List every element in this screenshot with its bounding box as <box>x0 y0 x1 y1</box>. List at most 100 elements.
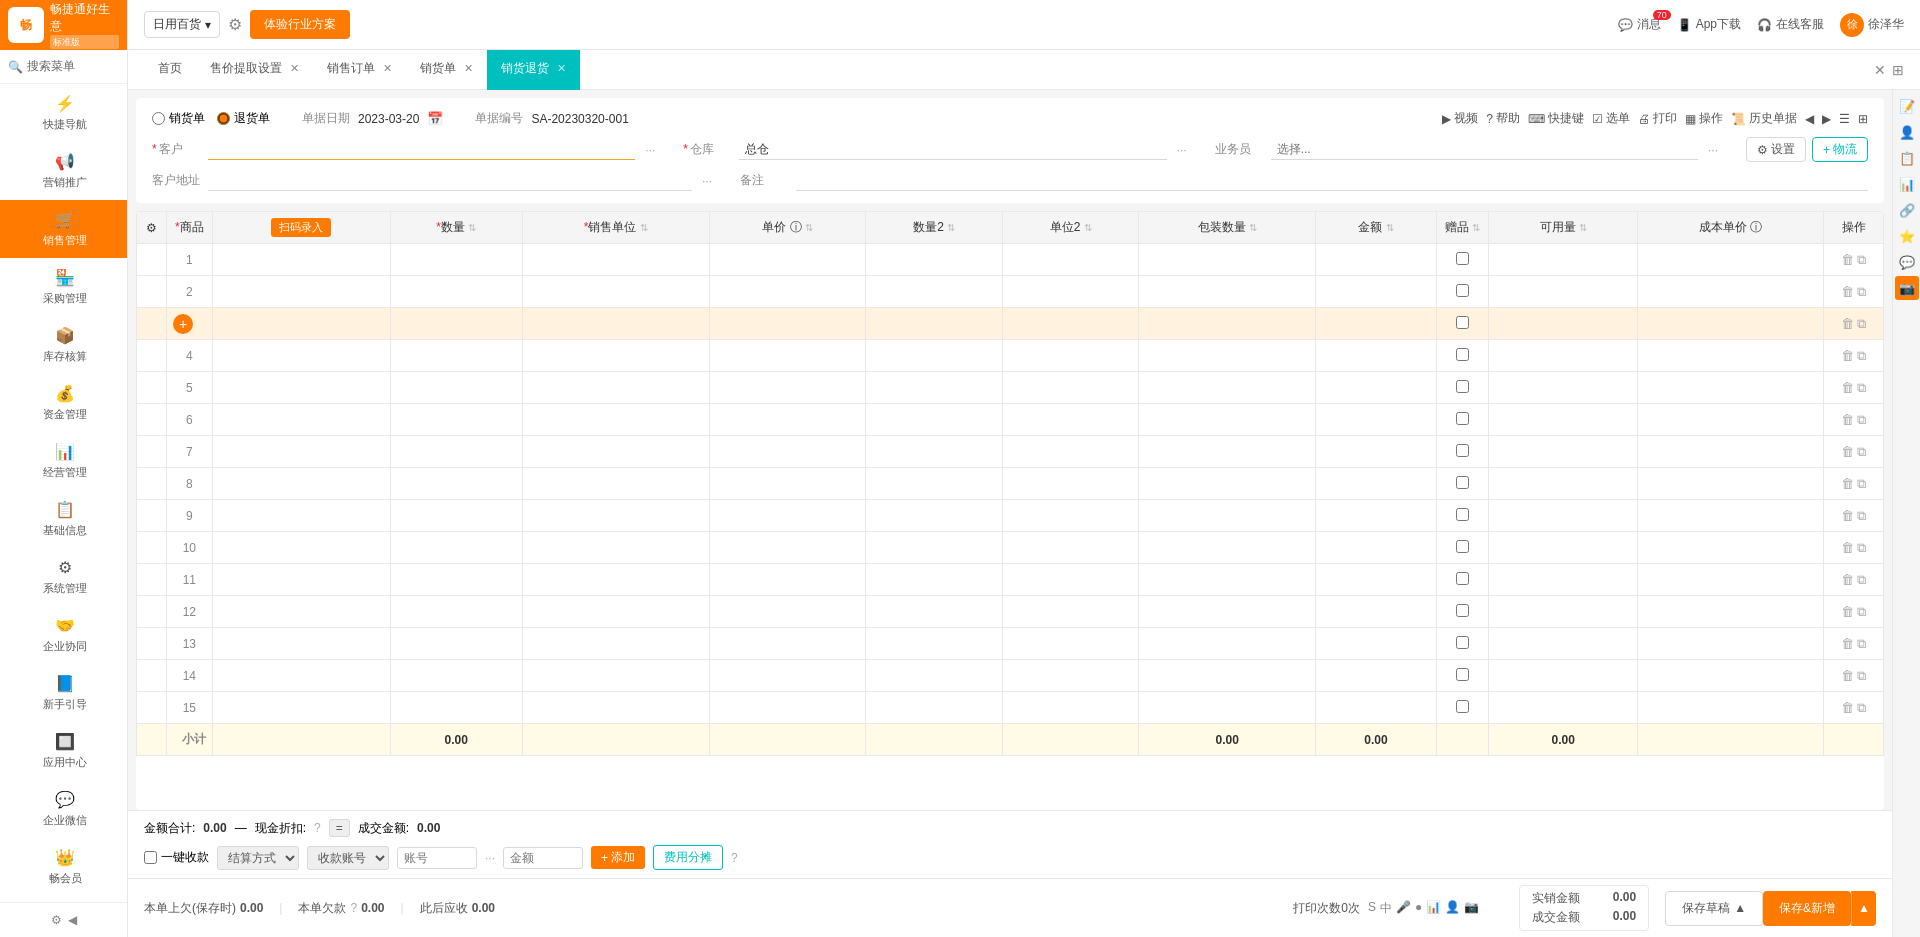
row-qty2-cell[interactable] <box>866 628 1003 660</box>
col-scan[interactable]: 扫码录入 <box>212 212 390 244</box>
order-debt-help-icon[interactable]: ? <box>350 901 357 915</box>
address-input[interactable] <box>208 170 692 191</box>
row-quantity-cell[interactable] <box>390 596 522 628</box>
row-quantity-cell[interactable] <box>390 372 522 404</box>
row-pack-qty-cell[interactable] <box>1139 500 1316 532</box>
row-unit-price-cell[interactable] <box>709 564 866 596</box>
settlement-select[interactable]: 结算方式 <box>217 846 299 870</box>
row-pack-qty-cell[interactable] <box>1139 244 1316 276</box>
row-unit2-cell[interactable] <box>1002 596 1139 628</box>
row-unit2-cell[interactable] <box>1002 564 1139 596</box>
toolbar-icon6[interactable]: 👤 <box>1445 900 1460 917</box>
history-btn[interactable]: 📜 历史单据 <box>1731 110 1797 127</box>
row-gift-cell[interactable] <box>1436 308 1488 340</box>
row-delete-btn[interactable]: 🗑 <box>1841 668 1854 683</box>
row-qty2-cell[interactable] <box>866 404 1003 436</box>
row-quantity-cell[interactable] <box>390 436 522 468</box>
row-amount-cell[interactable] <box>1315 340 1436 372</box>
row-gift-cell[interactable] <box>1436 628 1488 660</box>
row-amount-cell[interactable] <box>1315 660 1436 692</box>
row-available-cell[interactable] <box>1489 340 1638 372</box>
row-copy-btn[interactable]: ⧉ <box>1857 316 1866 332</box>
save-new-dropdown-btn[interactable]: ▲ <box>1851 891 1876 926</box>
row-unit-price-cell[interactable] <box>709 500 866 532</box>
tab-close-icon[interactable]: ✕ <box>464 62 473 75</box>
row-product-cell[interactable] <box>212 468 390 500</box>
row-qty2-cell[interactable] <box>866 660 1003 692</box>
gift-checkbox[interactable] <box>1456 412 1469 425</box>
panel-icon-1[interactable]: 📝 <box>1895 94 1919 118</box>
row-copy-btn[interactable]: ⧉ <box>1857 700 1866 716</box>
row-sales-unit-cell[interactable] <box>522 660 709 692</box>
settings-gear-icon[interactable]: ⚙ <box>228 15 242 34</box>
row-unit2-cell[interactable] <box>1002 660 1139 692</box>
equal-btn[interactable]: = <box>329 819 350 837</box>
row-quantity-cell[interactable] <box>390 532 522 564</box>
row-pack-qty-cell[interactable] <box>1139 276 1316 308</box>
row-product-cell[interactable] <box>212 660 390 692</box>
row-qty2-cell[interactable] <box>866 532 1003 564</box>
customer-more-btn[interactable]: ··· <box>641 143 659 157</box>
amount-input[interactable] <box>503 847 583 869</box>
cash-discount-help-icon[interactable]: ? <box>314 821 321 835</box>
sidebar-item-member[interactable]: 👑 畅会员 <box>0 838 127 896</box>
row-product-cell[interactable] <box>212 596 390 628</box>
warehouse-more-btn[interactable]: ··· <box>1173 143 1191 157</box>
tab-sales-return[interactable]: 销货退货 ✕ <box>487 50 580 90</box>
gift-checkbox[interactable] <box>1456 604 1469 617</box>
row-unit2-cell[interactable] <box>1002 500 1139 532</box>
row-gift-cell[interactable] <box>1436 692 1488 724</box>
tab-close-icon[interactable]: ✕ <box>383 62 392 75</box>
prev-record-btn[interactable]: ◀ <box>1805 112 1814 126</box>
remarks-input[interactable] <box>796 170 1868 191</box>
row-amount-cell[interactable] <box>1315 468 1436 500</box>
row-delete-btn[interactable]: 🗑 <box>1841 316 1854 331</box>
row-available-cell[interactable] <box>1489 244 1638 276</box>
col-gear[interactable]: ⚙ <box>137 212 167 244</box>
row-copy-btn[interactable]: ⧉ <box>1857 348 1866 364</box>
logistics-btn[interactable]: + 物流 <box>1812 137 1868 162</box>
row-delete-btn[interactable]: 🗑 <box>1841 636 1854 651</box>
row-pack-qty-cell[interactable] <box>1139 660 1316 692</box>
row-cost-price-cell[interactable] <box>1638 404 1824 436</box>
row-unit2-cell[interactable] <box>1002 404 1139 436</box>
toolbar-icon4[interactable]: ● <box>1415 900 1422 917</box>
row-delete-btn[interactable]: 🗑 <box>1841 252 1854 267</box>
sidebar-item-appcenter[interactable]: 🔲 应用中心 <box>0 722 127 780</box>
row-quantity-cell[interactable] <box>390 500 522 532</box>
date-picker-btn[interactable]: 📅 <box>427 111 443 126</box>
row-sales-unit-cell[interactable] <box>522 564 709 596</box>
more-account-btn[interactable]: ··· <box>485 851 495 865</box>
row-gift-cell[interactable] <box>1436 372 1488 404</box>
row-available-cell[interactable] <box>1489 372 1638 404</box>
row-product-cell[interactable] <box>212 532 390 564</box>
row-copy-btn[interactable]: ⧉ <box>1857 284 1866 300</box>
tab-expand-btn[interactable]: ⊞ <box>1892 62 1904 78</box>
row-unit2-cell[interactable] <box>1002 468 1139 500</box>
panel-icon-2[interactable]: 👤 <box>1895 120 1919 144</box>
sort-icon[interactable]: ⇅ <box>805 222 813 233</box>
warehouse-input[interactable] <box>739 139 1166 160</box>
panel-icon-4[interactable]: 📊 <box>1895 172 1919 196</box>
row-unit-price-cell[interactable] <box>709 244 866 276</box>
row-qty2-cell[interactable] <box>866 340 1003 372</box>
fee-split-btn[interactable]: 费用分摊 <box>653 845 723 870</box>
gift-checkbox[interactable] <box>1456 348 1469 361</box>
sidebar-item-finance[interactable]: 💰 资金管理 <box>0 374 127 432</box>
row-delete-btn[interactable]: 🗑 <box>1841 476 1854 491</box>
row-unit-price-cell[interactable] <box>709 468 866 500</box>
row-unit-price-cell[interactable] <box>709 628 866 660</box>
gift-checkbox[interactable] <box>1456 380 1469 393</box>
row-qty2-cell[interactable] <box>866 276 1003 308</box>
sidebar-search[interactable]: 🔍 搜索菜单 <box>0 50 127 84</box>
row-add-btn-cell[interactable]: + <box>167 308 213 340</box>
row-copy-btn[interactable]: ⧉ <box>1857 252 1866 268</box>
row-cost-price-cell[interactable] <box>1638 660 1824 692</box>
row-product-cell[interactable] <box>212 500 390 532</box>
row-pack-qty-cell[interactable] <box>1139 308 1316 340</box>
row-gift-cell[interactable] <box>1436 340 1488 372</box>
radio-return[interactable]: 退货单 <box>217 110 270 127</box>
sort-icon[interactable]: ⇅ <box>640 222 648 233</box>
toolbar-icon3[interactable]: 🎤 <box>1396 900 1411 917</box>
gift-checkbox[interactable] <box>1456 316 1469 329</box>
